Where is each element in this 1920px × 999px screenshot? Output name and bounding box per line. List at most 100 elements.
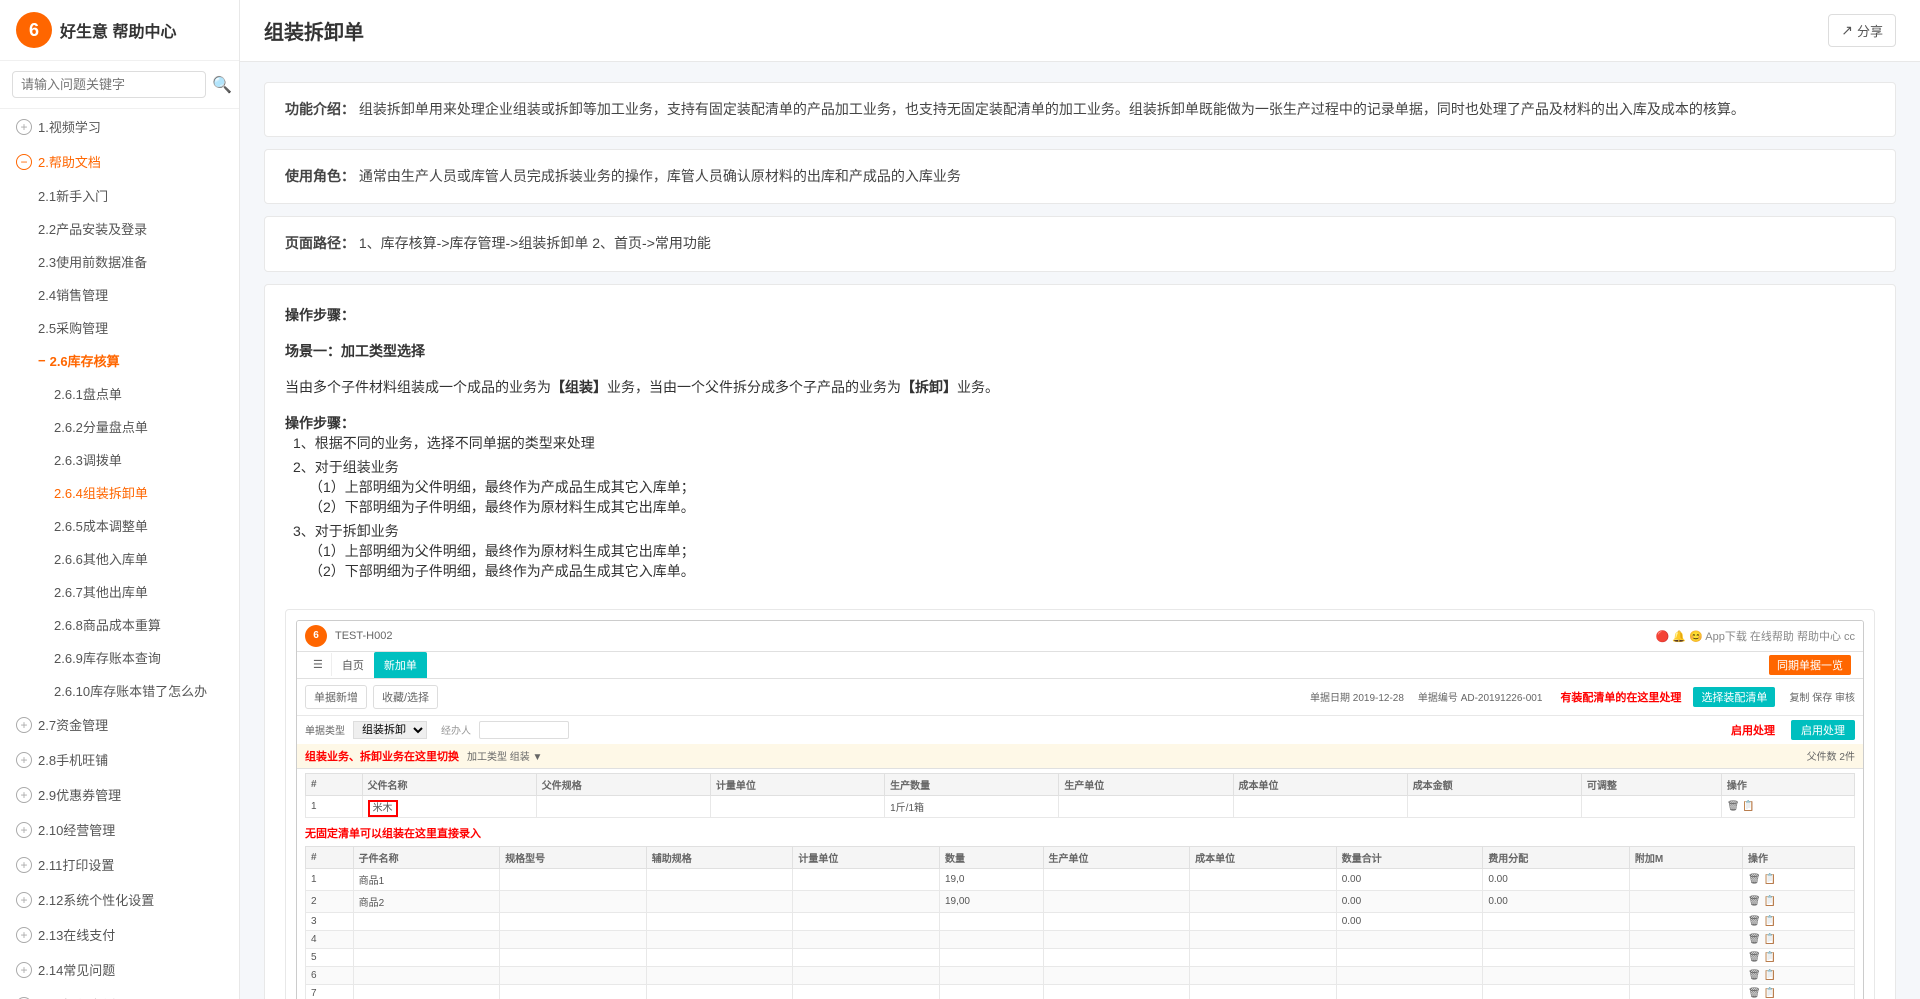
path-block: 页面路径： 1、库存核算->库存管理->组装拆卸单 2、首页->常用功能: [264, 216, 1896, 271]
sidebar-item-sub-21[interactable]: 2.1新手入门: [0, 179, 239, 212]
sidebar-item-264[interactable]: 2.6.4组装拆卸单: [0, 476, 239, 509]
expand-icon-214: +: [16, 962, 32, 978]
sidebar-nav: + 1.视频学习 − 2.帮助文档 2.1新手入门 2.2产品安装及登录 2.3…: [0, 109, 239, 999]
step3: 3、对于拆卸业务 （1）上部明细为父件明细，最终作为原材料生成其它出库单； （2…: [285, 521, 1875, 581]
sidebar-item-263[interactable]: 2.6.3调拨单: [0, 443, 239, 476]
expand-icon-210: +: [16, 822, 32, 838]
role-text: 通常由生产人员或库管人员完成拆装业务的操作，库管人员确认原材料的出库和产成品的入…: [359, 168, 961, 184]
ss-topbar-icons: 🔴 🔔 😊 App下载 在线帮助 帮助中心 cc: [1656, 628, 1855, 644]
content-area: 功能介绍： 组装拆卸单用来处理企业组装或拆卸等加工业务，支持有固定装配清单的产品…: [240, 62, 1920, 999]
path-text: 1、库存核算->库存管理->组装拆卸单 2、首页->常用功能: [359, 235, 711, 251]
ss-type-select[interactable]: 组装拆卸: [353, 721, 427, 739]
ss-choose-bom-btn[interactable]: 选择装配清单: [1693, 687, 1775, 707]
ss-edit-btn[interactable]: 收藏/选择: [373, 685, 438, 709]
expand-icon-211: +: [16, 857, 32, 873]
sidebar-item-267[interactable]: 2.6.7其他出库单: [0, 575, 239, 608]
table-row: 6🗑 📋: [306, 966, 1855, 984]
ss-ann-row: 组装业务、拆卸业务在这里切换 加工类型 组装 ▼ 父件数 2件: [297, 744, 1863, 769]
sidebar-item-210[interactable]: + 2.10经营管理: [0, 812, 239, 847]
collapse-sub-icon: −: [38, 353, 46, 368]
table-row: 4🗑 📋: [306, 930, 1855, 948]
step2-2: （2）下部明细为子件明细，最终作为原材料生成其它出库单。: [293, 497, 1875, 517]
intro-label: 功能介绍：: [285, 101, 355, 117]
role-label: 使用角色：: [285, 168, 355, 184]
search-input[interactable]: [12, 71, 206, 98]
ss-topbar-text: TEST-H002: [335, 630, 392, 642]
ss-item-count: 父件数 2件: [1807, 748, 1855, 763]
ss-activation-btn[interactable]: 启用处理: [1791, 720, 1855, 740]
share-icon: ↗: [1841, 22, 1853, 39]
sidebar-item-261[interactable]: 2.6.1盘点单: [0, 377, 239, 410]
expand-icon-213: +: [16, 927, 32, 943]
ss-process-type: 加工类型 组装 ▼: [467, 748, 542, 763]
sidebar-item-2610[interactable]: 2.6.10库存账本错了怎么办: [0, 674, 239, 707]
sidebar-item-sub-24[interactable]: 2.4销售管理: [0, 278, 239, 311]
sidebar-item-269[interactable]: 2.6.9库存账本查询: [0, 641, 239, 674]
sidebar-item-sub-23[interactable]: 2.3使用前数据准备: [0, 245, 239, 278]
search-button[interactable]: 🔍: [212, 75, 232, 95]
ss-upper-table: # 父件名称 父件规格 计量单位 生产数量 生产单位 成本单位 成本金额 可调整: [305, 773, 1855, 818]
step3-2: （2）下部明细为子件明细，最终作为产成品生成其它入库单。: [293, 561, 1875, 581]
step2: 2、对于组装业务 （1）上部明细为父件明细，最终作为产成品生成其它入库单； （2…: [285, 457, 1875, 517]
expand-icon-29: +: [16, 787, 32, 803]
sidebar-item-268[interactable]: 2.6.8商品成本重算: [0, 608, 239, 641]
sidebar-item-213[interactable]: + 2.13在线支付: [0, 917, 239, 952]
ss-lower-table-wrapper: # 子件名称 规格型号 辅助规格 计量单位 数量 生产单位 成本单位 数量合计: [297, 844, 1863, 999]
ss-lower-table: # 子件名称 规格型号 辅助规格 计量单位 数量 生产单位 成本单位 数量合计: [305, 846, 1855, 999]
ss-save-btn[interactable]: 单据新增: [305, 685, 367, 709]
expand-icon-212: +: [16, 892, 32, 908]
steps-title: 操作步骤：: [285, 413, 1875, 433]
sidebar-item-266[interactable]: 2.6.6其他入库单: [0, 542, 239, 575]
table-row: 30.00🗑 📋: [306, 912, 1855, 930]
ss-more-btns: 复制 保存 审核: [1789, 689, 1855, 704]
highlighted-cell: 米木: [368, 800, 398, 817]
sidebar-header: 6 好生意 帮助中心: [0, 0, 239, 61]
ops-label: 操作步骤：: [285, 305, 1875, 325]
ss-icon-left: ☰: [305, 653, 332, 676]
ss-tab-home[interactable]: 自页: [332, 652, 374, 678]
sidebar-item-sub-22[interactable]: 2.2产品安装及登录: [0, 212, 239, 245]
intro-block: 功能介绍： 组装拆卸单用来处理企业组装或拆卸等加工业务，支持有固定装配清单的产品…: [264, 82, 1896, 137]
ss-person-label: 经办人: [441, 722, 471, 737]
sidebar-item-28[interactable]: + 2.8手机旺铺: [0, 742, 239, 777]
sidebar-item-27[interactable]: + 2.7资金管理: [0, 707, 239, 742]
ss-nav-row: ☰ 自页 新加单 同期单据一览: [297, 652, 1863, 679]
expand-icon-28: +: [16, 752, 32, 768]
ss-date-field: 单据日期 2019-12-28: [1310, 689, 1404, 704]
ss-topbar: 6 TEST-H002 🔴 🔔 😊 App下载 在线帮助 帮助中心 cc: [297, 621, 1863, 652]
sidebar-item-262[interactable]: 2.6.2分量盘点单: [0, 410, 239, 443]
ss-ann-sub: 组装业务、拆卸业务在这里切换: [305, 748, 459, 764]
sidebar-item-docs[interactable]: − 2.帮助文档: [0, 144, 239, 179]
main-header: 组装拆卸单 ↗ 分享: [240, 0, 1920, 62]
main-content: 组装拆卸单 ↗ 分享 功能介绍： 组装拆卸单用来处理企业组装或拆卸等加工业务，支…: [240, 0, 1920, 999]
ss-tab-new[interactable]: 新加单: [374, 652, 427, 678]
sidebar-item-29[interactable]: + 2.9优惠券管理: [0, 777, 239, 812]
share-button[interactable]: ↗ 分享: [1828, 14, 1896, 47]
sidebar-item-211[interactable]: + 2.11打印设置: [0, 847, 239, 882]
sidebar-item-videos[interactable]: + 1.视频学习: [0, 109, 239, 144]
sidebar-item-215[interactable]: + 2.15操作案例: [0, 987, 239, 999]
app-logo: 6: [16, 12, 52, 48]
sidebar: 6 好生意 帮助中心 🔍 + 1.视频学习 − 2.帮助文档 2.1新手入门 2…: [0, 0, 240, 999]
ss-person-input[interactable]: [479, 721, 569, 739]
screenshot-sim: 6 TEST-H002 🔴 🔔 😊 App下载 在线帮助 帮助中心 cc ☰ 自…: [296, 620, 1864, 999]
table-row: 2 商品2 19,00 0.00 0.00: [306, 890, 1855, 912]
ss-ann-processing: 有装配清单的在这里处理: [1560, 689, 1681, 705]
ss-bizno-field: 单据编号 AD-20191226-001: [1418, 689, 1543, 704]
page-title: 组装拆卸单: [264, 16, 364, 45]
scene1-desc: 当由多个子件材料组装成一个成品的业务为【组装】业务，当由一个父件拆分成多个子产品…: [285, 377, 1875, 397]
ss-add-btn[interactable]: 同期单据一览: [1769, 655, 1851, 675]
sidebar-item-214[interactable]: + 2.14常见问题: [0, 952, 239, 987]
expand-icon: +: [16, 119, 32, 135]
sidebar-item-sub-26[interactable]: − 2.6库存核算: [0, 344, 239, 377]
ss-logo: 6: [305, 625, 327, 647]
app-title: 好生意 帮助中心: [60, 18, 176, 42]
table-row: 1 米木 1斤/1箱 🗑 📋: [306, 795, 1855, 817]
step1: 1、根据不同的业务，选择不同单据的类型来处理: [285, 433, 1875, 453]
sidebar-item-212[interactable]: + 2.12系统个性化设置: [0, 882, 239, 917]
sidebar-item-sub-25[interactable]: 2.5采购管理: [0, 311, 239, 344]
search-box[interactable]: 🔍: [0, 61, 239, 109]
role-block: 使用角色： 通常由生产人员或库管人员完成拆装业务的操作，库管人员确认原材料的出库…: [264, 149, 1896, 204]
step3-1: （1）上部明细为父件明细，最终作为原材料生成其它出库单；: [293, 541, 1875, 561]
sidebar-item-265[interactable]: 2.6.5成本调整单: [0, 509, 239, 542]
